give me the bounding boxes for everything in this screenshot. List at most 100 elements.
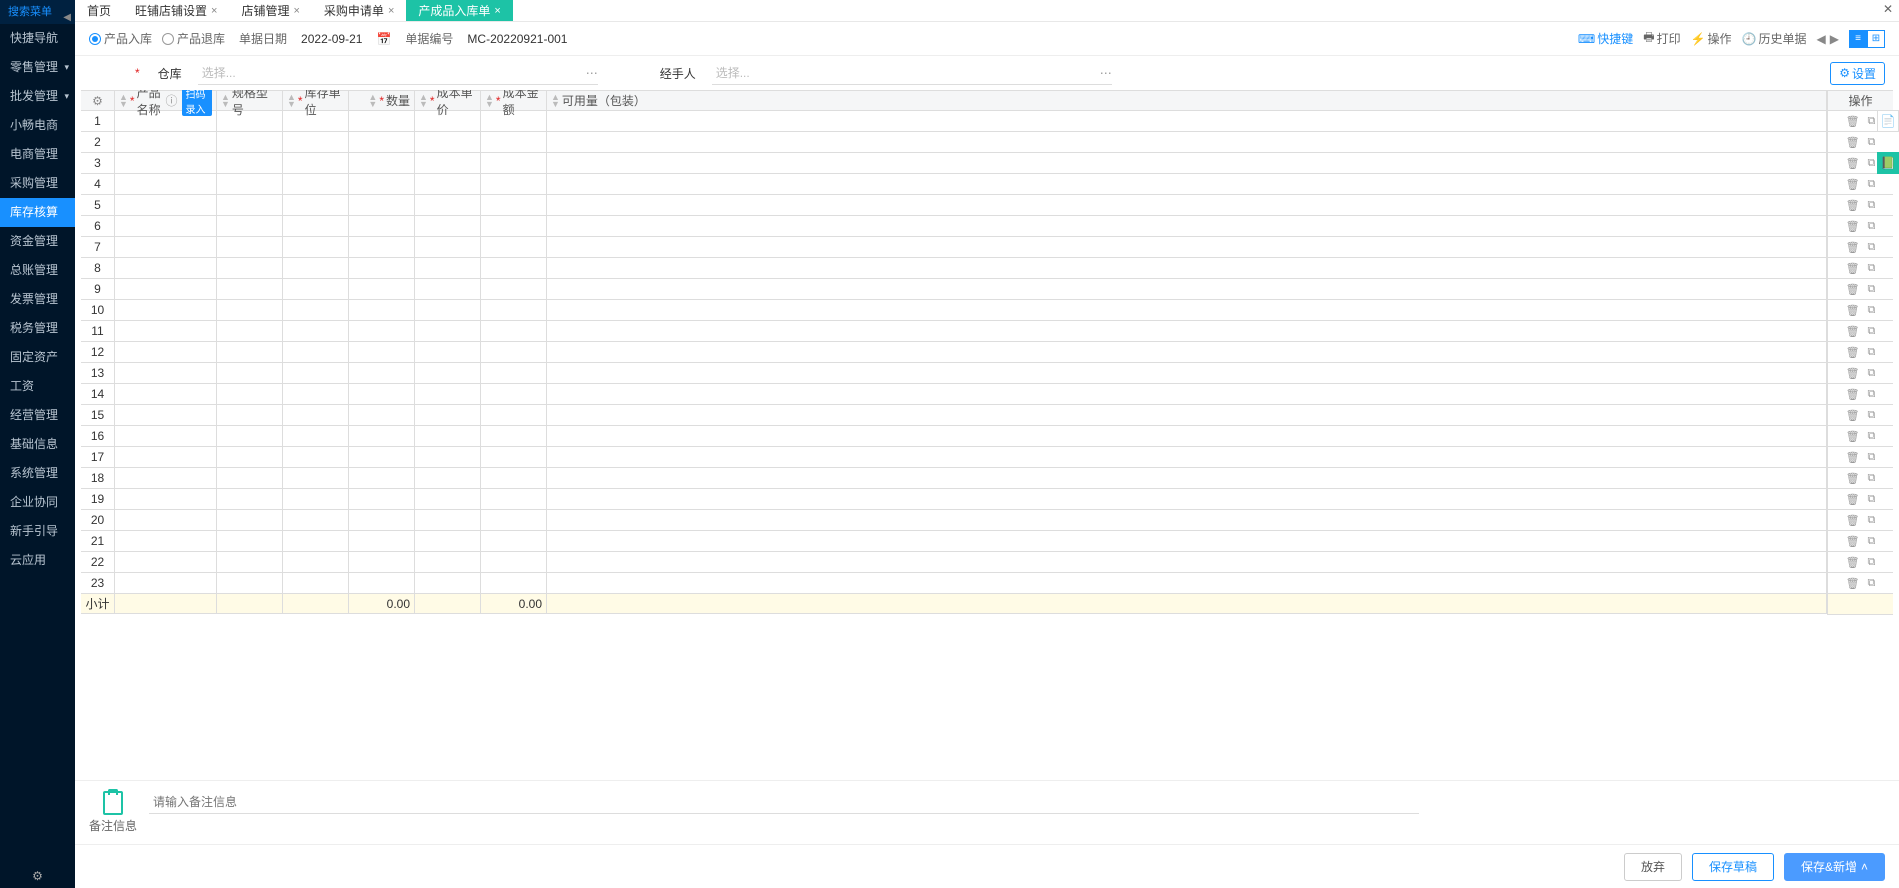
delete-icon[interactable]: 🗑 [1846,493,1860,506]
copy-icon[interactable]: ⧉ [1868,514,1876,527]
copy-icon[interactable]: ⧉ [1868,283,1876,296]
cell-spec[interactable] [217,279,283,300]
cell-amount[interactable] [481,552,547,573]
cell-product[interactable] [115,195,217,216]
cell-avail[interactable] [547,510,1827,531]
cell-spec[interactable] [217,573,283,594]
cell-unit[interactable] [283,384,349,405]
cell-qty[interactable] [349,216,415,237]
cell-avail[interactable] [547,384,1827,405]
cell-price[interactable] [415,384,481,405]
sidebar-item[interactable]: 电商管理 [0,140,75,169]
cell-amount[interactable] [481,573,547,594]
cell-spec[interactable] [217,342,283,363]
cell-avail[interactable] [547,531,1827,552]
cell-qty[interactable] [349,258,415,279]
cell-qty[interactable] [349,174,415,195]
tab[interactable]: 采购申请单× [312,0,406,21]
radio-product-out[interactable]: 产品退库 [162,30,225,47]
sidebar-item[interactable]: 工资 [0,372,75,401]
table-row[interactable]: 5 [81,195,1827,216]
header-product[interactable]: ▲▼*产品名称ⓘ扫码录入 [115,91,217,111]
table-row[interactable]: 21 [81,531,1827,552]
cell-product[interactable] [115,216,217,237]
cell-qty[interactable] [349,573,415,594]
cell-unit[interactable] [283,216,349,237]
sidebar-item[interactable]: 云应用 [0,546,75,575]
table-row[interactable]: 19 [81,489,1827,510]
cell-avail[interactable] [547,174,1827,195]
copy-icon[interactable]: ⧉ [1868,367,1876,380]
rail-tab-1[interactable]: 📄 [1877,110,1899,132]
delete-icon[interactable]: 🗑 [1846,115,1860,128]
delete-icon[interactable]: 🗑 [1846,409,1860,422]
cell-qty[interactable] [349,468,415,489]
cell-price[interactable] [415,552,481,573]
cell-amount[interactable] [481,258,547,279]
copy-icon[interactable]: ⧉ [1868,178,1876,191]
delete-icon[interactable]: 🗑 [1846,451,1860,464]
cell-product[interactable] [115,153,217,174]
cell-avail[interactable] [547,405,1827,426]
cell-avail[interactable] [547,363,1827,384]
cell-unit[interactable] [283,531,349,552]
header-qty[interactable]: ▲▼*数量 [349,91,415,111]
cell-product[interactable] [115,279,217,300]
cell-qty[interactable] [349,279,415,300]
cell-amount[interactable] [481,279,547,300]
cell-spec[interactable] [217,468,283,489]
prev-icon[interactable]: ◀ [1817,32,1826,46]
copy-icon[interactable]: ⧉ [1868,325,1876,338]
table-row[interactable]: 23 [81,573,1827,594]
cell-unit[interactable] [283,468,349,489]
cell-product[interactable] [115,447,217,468]
cell-spec[interactable] [217,384,283,405]
cell-product[interactable] [115,342,217,363]
cell-amount[interactable] [481,321,547,342]
view-list-icon[interactable]: ≡ [1849,30,1867,48]
cell-spec[interactable] [217,510,283,531]
copy-icon[interactable]: ⧉ [1868,493,1876,506]
cell-unit[interactable] [283,447,349,468]
delete-icon[interactable]: 🗑 [1846,157,1860,170]
cell-qty[interactable] [349,384,415,405]
table-row[interactable]: 9 [81,279,1827,300]
table-row[interactable]: 17 [81,447,1827,468]
cell-amount[interactable] [481,384,547,405]
cell-spec[interactable] [217,174,283,195]
copy-icon[interactable]: ⧉ [1868,346,1876,359]
cell-avail[interactable] [547,111,1827,132]
sidebar-item[interactable]: 总账管理 [0,256,75,285]
cell-qty[interactable] [349,510,415,531]
close-icon[interactable]: × [293,0,299,22]
table-row[interactable]: 6 [81,216,1827,237]
cell-product[interactable] [115,132,217,153]
sidebar-item[interactable]: 批发管理▾ [0,82,75,111]
cell-price[interactable] [415,321,481,342]
cell-qty[interactable] [349,132,415,153]
cell-avail[interactable] [547,258,1827,279]
cell-unit[interactable] [283,573,349,594]
cell-amount[interactable] [481,342,547,363]
table-row[interactable]: 7 [81,237,1827,258]
action-button[interactable]: ⚡ 操作 [1691,30,1732,47]
cell-amount[interactable] [481,216,547,237]
cell-product[interactable] [115,363,217,384]
cell-price[interactable] [415,300,481,321]
table-row[interactable]: 20 [81,510,1827,531]
close-all-tabs-icon[interactable]: ✕ [1883,2,1893,16]
sidebar-item[interactable]: 发票管理 [0,285,75,314]
cell-price[interactable] [415,132,481,153]
cell-product[interactable] [115,552,217,573]
sidebar-item[interactable]: 快捷导航 [0,24,75,53]
table-row[interactable]: 11 [81,321,1827,342]
header-avail[interactable]: ▲▼可用量（包装） [547,91,1827,111]
warehouse-select[interactable]: 选择... ⋯ [198,61,598,85]
cell-unit[interactable] [283,426,349,447]
cell-spec[interactable] [217,132,283,153]
delete-icon[interactable]: 🗑 [1846,262,1860,275]
cell-qty[interactable] [349,342,415,363]
header-spec[interactable]: ▲▼规格型号 [217,91,283,111]
cell-amount[interactable] [481,363,547,384]
cell-price[interactable] [415,447,481,468]
